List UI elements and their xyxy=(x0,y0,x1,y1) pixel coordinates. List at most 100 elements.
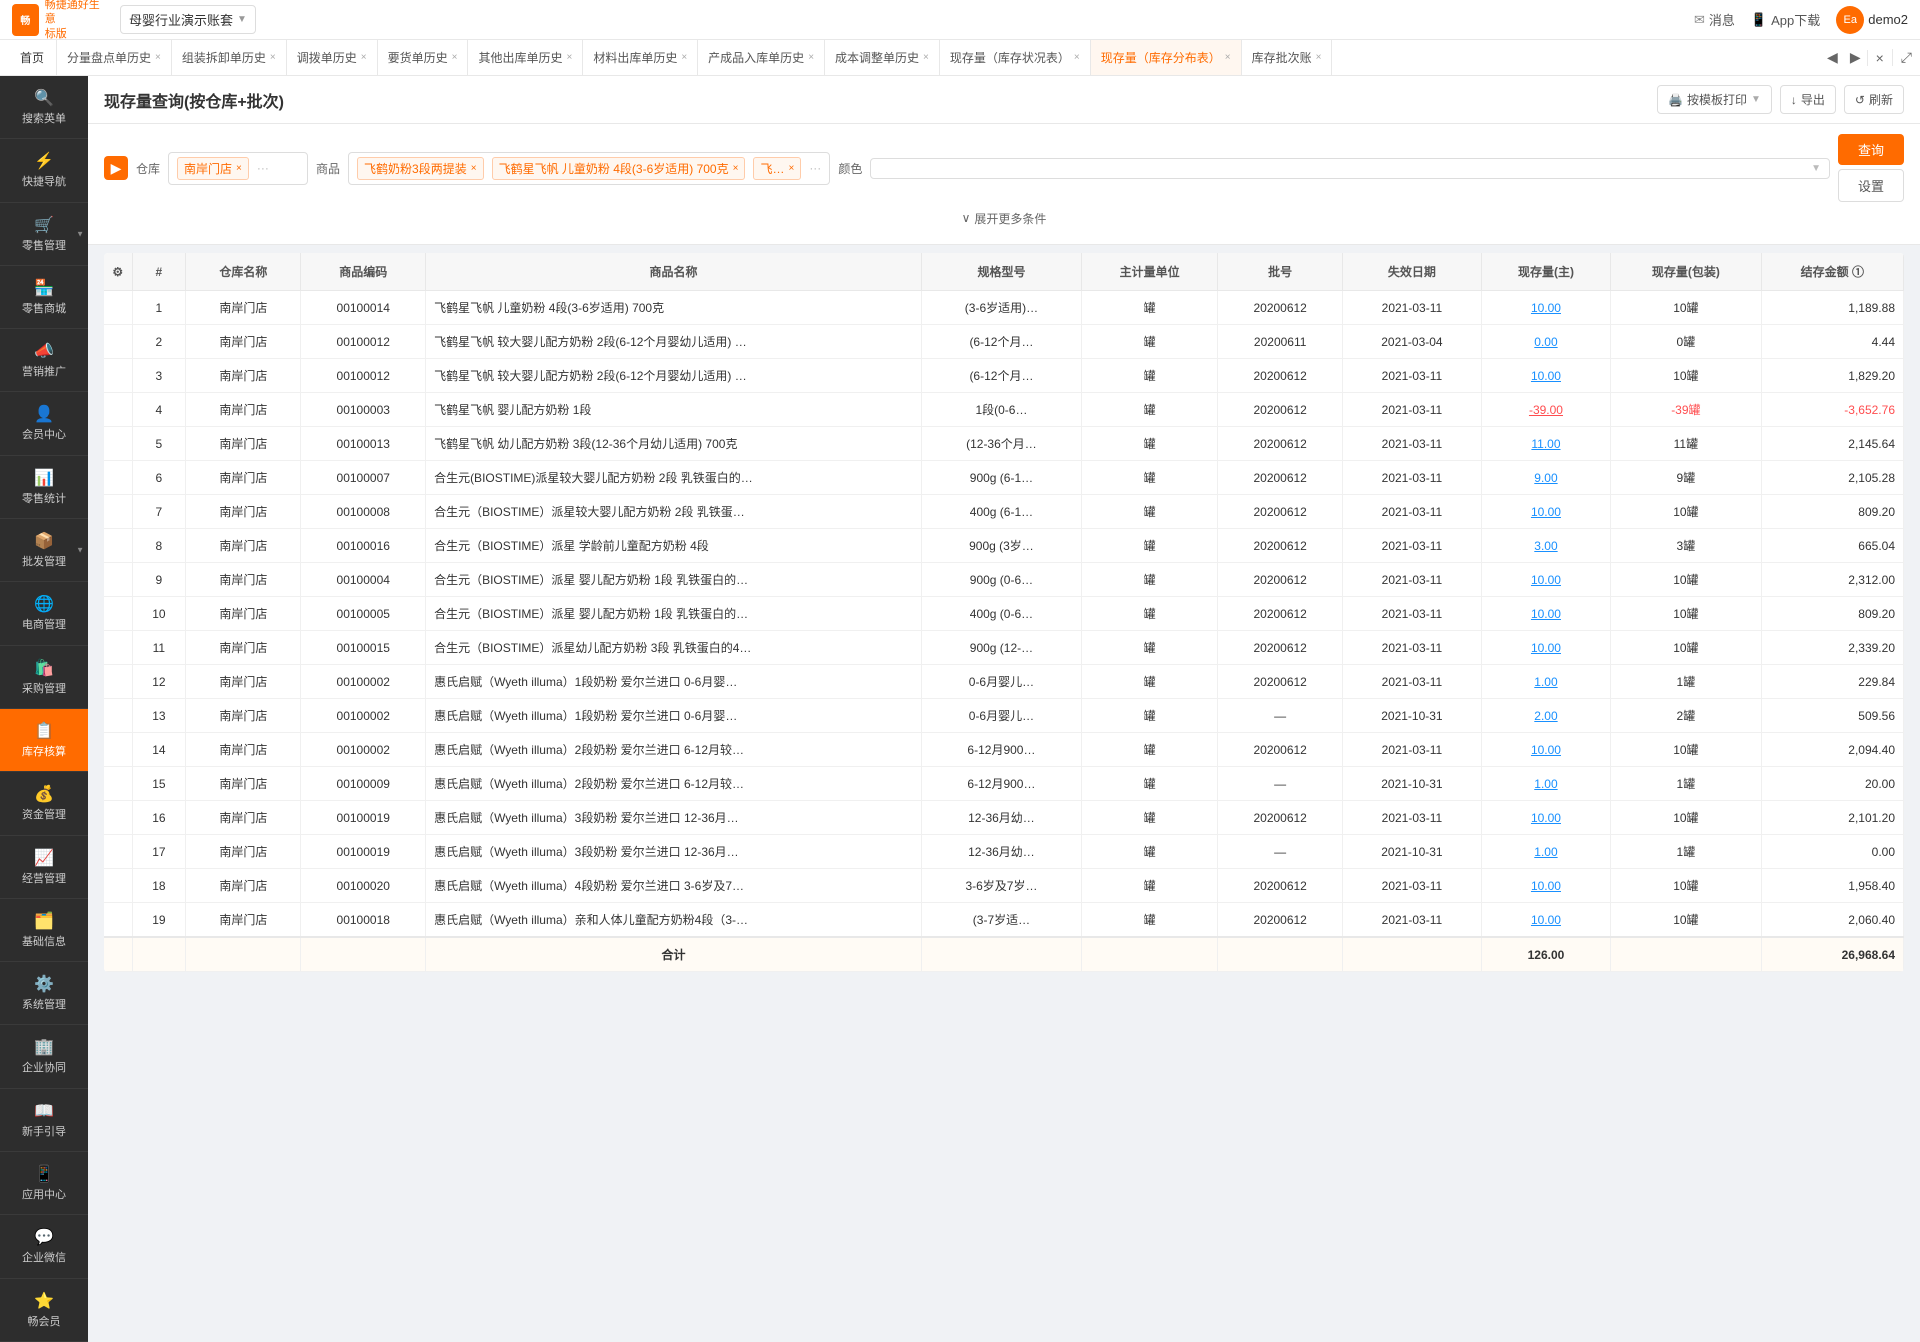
table-row: 4 南岸门店 00100003 飞鹤星飞帆 婴儿配方奶粉 1段 1段(0-6… … xyxy=(104,393,1904,427)
cell-stock-main[interactable]: 10.00 xyxy=(1481,801,1610,835)
cell-expire: 2021-03-11 xyxy=(1343,631,1482,665)
sidebar-item-wholesale[interactable]: 📦 批发管理 ▼ xyxy=(0,519,88,582)
tab-cost-adjust[interactable]: 成本调整单历史 × xyxy=(825,40,940,76)
tab-close[interactable]: × xyxy=(923,52,929,63)
cell-stock-main[interactable]: 10.00 xyxy=(1481,359,1610,393)
cell-stock-main[interactable]: 0.00 xyxy=(1481,325,1610,359)
sidebar-item-purchase[interactable]: 🛍️ 采购管理 xyxy=(0,646,88,709)
cell-stock-main[interactable]: 10.00 xyxy=(1481,631,1610,665)
warehouse-more[interactable]: ··· xyxy=(257,161,269,175)
message-btn[interactable]: ✉ 消息 xyxy=(1694,10,1735,29)
tab-close[interactable]: × xyxy=(361,52,367,63)
tab-unpack[interactable]: 组装拆卸单历史 × xyxy=(172,40,287,76)
cell-code: 00100015 xyxy=(301,631,426,665)
query-btn[interactable]: 查询 xyxy=(1838,134,1904,165)
expand-conditions-btn[interactable]: ∨ 展开更多条件 xyxy=(962,210,1047,227)
goods-tag-close-1[interactable]: × xyxy=(733,163,739,174)
cell-stock-main[interactable]: 10.00 xyxy=(1481,495,1610,529)
cell-stock-main[interactable]: 10.00 xyxy=(1481,597,1610,631)
tab-close-all-btn[interactable]: × xyxy=(1867,50,1892,66)
cell-stock-main[interactable]: 11.00 xyxy=(1481,427,1610,461)
tab-close[interactable]: × xyxy=(1316,52,1322,63)
cell-stock-main[interactable]: 1.00 xyxy=(1481,665,1610,699)
goods-tag-close-2[interactable]: × xyxy=(788,163,794,174)
sidebar-item-operation[interactable]: 📈 经营管理 xyxy=(0,836,88,899)
goods-more[interactable]: ··· xyxy=(809,161,821,175)
cell-stock-main[interactable]: 10.00 xyxy=(1481,903,1610,938)
tab-maximize-btn[interactable]: ⤢ xyxy=(1892,49,1920,66)
goods-input[interactable]: 飞鹤奶粉3段两提装 × 飞鹤星飞帆 儿童奶粉 4段(3-6岁适用) 700克 ×… xyxy=(348,152,830,185)
tab-close[interactable]: × xyxy=(155,52,161,63)
color-input[interactable]: ▼ xyxy=(870,158,1830,179)
cell-stock-pkg: 0罐 xyxy=(1611,325,1762,359)
cell-stock-main[interactable]: -39.00 xyxy=(1481,393,1610,427)
sidebar-item-guide[interactable]: 📖 新手引导 xyxy=(0,1089,88,1152)
sidebar-item-retail-mgmt[interactable]: 🛒 零售管理 ▼ xyxy=(0,203,88,266)
cell-stock-main[interactable]: 10.00 xyxy=(1481,733,1610,767)
cell-unit: 罐 xyxy=(1081,869,1217,903)
cell-spec: (3-7岁适… xyxy=(921,903,1081,938)
sidebar-item-search[interactable]: 🔍 搜索英单 xyxy=(0,76,88,139)
cell-stock-main[interactable]: 3.00 xyxy=(1481,529,1610,563)
tab-close[interactable]: × xyxy=(1074,52,1080,63)
sidebar-item-retail-stats[interactable]: 📊 零售统计 xyxy=(0,456,88,519)
tab-batch[interactable]: 库存批次账 × xyxy=(1242,40,1333,76)
tab-close[interactable]: × xyxy=(808,52,814,63)
goods-tag-close-0[interactable]: × xyxy=(471,163,477,174)
company-selector[interactable]: 母婴行业演示账套 ▼ xyxy=(120,5,256,34)
tab-product-in[interactable]: 产成品入库单历史 × xyxy=(698,40,825,76)
cell-batch: 20200612 xyxy=(1218,903,1343,938)
tab-request[interactable]: 要货单历史 × xyxy=(378,40,469,76)
tab-close[interactable]: × xyxy=(452,52,458,63)
cell-stock-main[interactable]: 2.00 xyxy=(1481,699,1610,733)
user-area[interactable]: Ea demo2 xyxy=(1836,6,1908,34)
tab-close[interactable]: × xyxy=(1225,52,1231,63)
sidebar-item-ecommerce[interactable]: 🌐 电商管理 xyxy=(0,582,88,645)
tab-other-out[interactable]: 其他出库单历史 × xyxy=(468,40,583,76)
tab-close[interactable]: × xyxy=(566,52,572,63)
cell-stock-main[interactable]: 1.00 xyxy=(1481,835,1610,869)
app-download-btn[interactable]: 📱 App下载 xyxy=(1751,10,1820,29)
sidebar-item-wechat[interactable]: 💬 企业微信 xyxy=(0,1215,88,1278)
cell-expire: 2021-03-11 xyxy=(1343,529,1482,563)
col-settings[interactable]: ⚙ xyxy=(104,253,132,291)
sidebar-item-member[interactable]: 👤 会员中心 xyxy=(0,392,88,455)
warehouse-input[interactable]: 南岸门店 × ··· xyxy=(168,152,308,185)
sidebar-item-basic[interactable]: 🗂️ 基础信息 xyxy=(0,899,88,962)
cell-stock-main[interactable]: 1.00 xyxy=(1481,767,1610,801)
sidebar-item-enterprise[interactable]: 🏢 企业协同 xyxy=(0,1025,88,1088)
tab-stock-status[interactable]: 现存量（库存状况表） × xyxy=(940,40,1091,76)
tab-stock-dist[interactable]: 现存量（库存分布表） × xyxy=(1091,40,1242,76)
cell-batch: 20200612 xyxy=(1218,291,1343,325)
warehouse-tag-close[interactable]: × xyxy=(236,163,242,174)
sidebar-item-member2[interactable]: ⭐ 畅会员 xyxy=(0,1279,88,1342)
sidebar-item-finance[interactable]: 💰 资金管理 xyxy=(0,772,88,835)
tab-split-disk[interactable]: 分量盘点单历史 × xyxy=(57,40,172,76)
export-btn[interactable]: ↓ 导出 xyxy=(1780,85,1836,114)
tab-close[interactable]: × xyxy=(270,52,276,63)
tab-home[interactable]: 首页 xyxy=(8,40,57,76)
print-btn[interactable]: 🖨️ 按模板打印 ▼ xyxy=(1657,85,1772,114)
settings-btn[interactable]: 设置 xyxy=(1838,169,1904,202)
cell-stock-main[interactable]: 9.00 xyxy=(1481,461,1610,495)
tab-prev-btn[interactable]: ◀ xyxy=(1821,45,1844,70)
cell-stock-main[interactable]: 10.00 xyxy=(1481,563,1610,597)
cell-stock-main[interactable]: 10.00 xyxy=(1481,291,1610,325)
tab-mix[interactable]: 调拨单历史 × xyxy=(287,40,378,76)
sidebar-item-quick-nav[interactable]: ⚡ 快捷导航 xyxy=(0,139,88,202)
sidebar-item-app-center[interactable]: 📱 应用中心 xyxy=(0,1152,88,1215)
sidebar-item-marketing[interactable]: 📣 营销推广 xyxy=(0,329,88,392)
cell-batch: 20200612 xyxy=(1218,665,1343,699)
tab-material-out[interactable]: 材料出库单历史 × xyxy=(583,40,698,76)
expand-more-conditions[interactable]: ∨ 展开更多条件 xyxy=(104,202,1904,234)
tab-next-btn[interactable]: ▶ xyxy=(1844,45,1867,70)
tab-close[interactable]: × xyxy=(681,52,687,63)
cell-stock-main[interactable]: 10.00 xyxy=(1481,869,1610,903)
refresh-btn[interactable]: ↺ 刷新 xyxy=(1844,85,1904,114)
filter-expand-arrow[interactable]: ▶ xyxy=(104,156,128,180)
sidebar-item-retail-shop[interactable]: 🏪 零售商城 xyxy=(0,266,88,329)
cell-code: 00100003 xyxy=(301,393,426,427)
cell-spec: 0-6月婴儿… xyxy=(921,665,1081,699)
sidebar-item-system[interactable]: ⚙️ 系统管理 xyxy=(0,962,88,1025)
sidebar-item-inventory[interactable]: 📋 库存核算 xyxy=(0,709,88,772)
